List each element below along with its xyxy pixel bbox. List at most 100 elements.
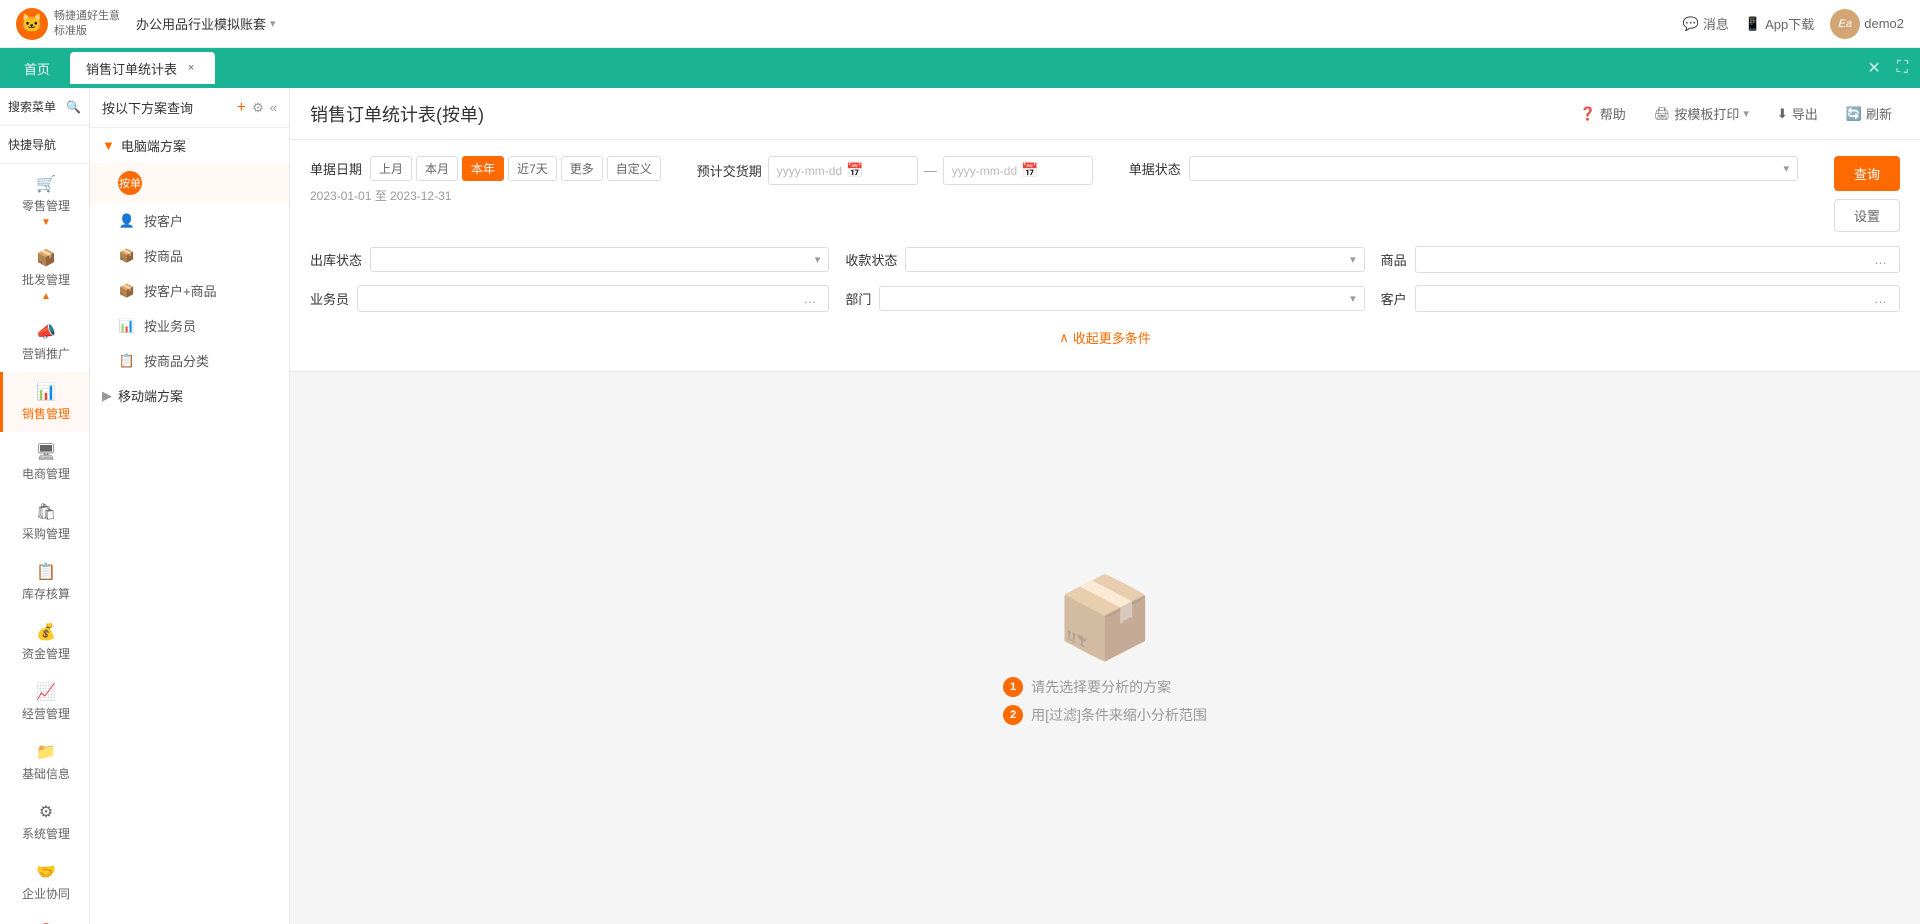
close-window-icon[interactable]: ✕	[1863, 54, 1884, 82]
message-button[interactable]: 💬 消息	[1683, 14, 1729, 33]
topbar-right: 💬 消息 📱 App下载 Ea demo2	[1683, 9, 1904, 39]
date-filter: 单据日期 上月 本月 本年 近7天 更多 自定义 2023-01-01 至 20…	[310, 156, 661, 204]
sidebar-item-system[interactable]: ⚙ 系统管理	[0, 792, 89, 852]
sidebar-item-inventory[interactable]: 📋 库存核算	[0, 552, 89, 612]
scheme-item-by-customer[interactable]: 👤 按客户	[90, 203, 289, 238]
salesperson-select[interactable]: …	[357, 285, 829, 312]
goods-select[interactable]: …	[1415, 246, 1900, 273]
payment-status-filter: 收款状态 ▾	[845, 247, 1364, 272]
fullscreen-icon[interactable]: ⛶	[1893, 55, 1912, 81]
expected-date-to[interactable]: yyyy-mm-dd 📅	[943, 156, 1093, 185]
calendar-from-icon[interactable]: 📅	[846, 162, 863, 179]
settings-scheme-icon[interactable]: ⚙	[252, 100, 264, 116]
tabbar: 首页 销售订单统计表 × ✕ ⛶	[0, 48, 1920, 88]
tab-home[interactable]: 首页	[8, 52, 66, 84]
print-button[interactable]: 🖨 按模板打印 ▾	[1646, 100, 1757, 127]
doc-status-select[interactable]: ▾	[1189, 156, 1798, 181]
scheme-item-by-category[interactable]: 📋 按商品分类	[90, 343, 289, 378]
topbar: 🐱 畅捷通好生意 标准版 办公用品行业模拟账套 ▾ 💬 消息 📱 App下载 E…	[0, 0, 1920, 48]
scheme-item-by-customer-goods[interactable]: 📦 按客户+商品	[90, 273, 289, 308]
sidebar-item-corp[interactable]: 🤝 企业协同	[0, 852, 89, 912]
sidebar-item-basic[interactable]: 📁 基础信息	[0, 732, 89, 792]
company-select[interactable]: 办公用品行业模拟账套 ▾	[128, 10, 284, 37]
empty-hint-1: 1 请先选择要分析的方案	[1003, 677, 1207, 697]
company-name: 办公用品行业模拟账套	[136, 14, 266, 33]
sidebar-item-purchase[interactable]: 🛍 采购管理	[0, 492, 89, 552]
scheme-group-mobile-header[interactable]: ▶ 移动端方案	[90, 378, 289, 413]
scheme-item-by-salesperson[interactable]: 📊 按业务员	[90, 308, 289, 343]
date-btn-this-year[interactable]: 本年	[462, 156, 504, 181]
search-icon: 🔍	[66, 100, 81, 114]
logo-text: 畅捷通好生意 标准版	[54, 9, 120, 38]
salesperson-dots-icon[interactable]: …	[799, 291, 820, 306]
refresh-icon: 🔄	[1846, 106, 1862, 122]
payment-label: 收款状态	[845, 250, 897, 269]
scheme-group-pc-header[interactable]: ▼ 电脑端方案	[90, 128, 289, 163]
settings-button[interactable]: 设置	[1834, 199, 1900, 232]
department-filter: 部门 ▾	[845, 286, 1364, 311]
export-icon: ⬇	[1777, 106, 1788, 122]
main-layout: 搜索菜单 🔍 快捷导航 🛒 零售管理 ▼ 📦 批发管理 ▲ 📣 营销推广 📊 销…	[0, 88, 1920, 924]
date-btn-last-month[interactable]: 上月	[370, 156, 412, 181]
sidebar-item-operation[interactable]: 📈 经营管理	[0, 672, 89, 732]
scheme-panel: 按以下方案查询 + ⚙ « ▼ 电脑端方案 按单 👤 按客户	[90, 88, 290, 924]
sidebar-item-newbie[interactable]: 🎯 新手引导	[0, 912, 89, 924]
date-btn-this-month[interactable]: 本月	[416, 156, 458, 181]
date-range-text: 2023-01-01 至 2023-12-31	[310, 187, 661, 204]
corp-icon: 🤝	[36, 862, 56, 882]
customer-dots-icon[interactable]: …	[1870, 291, 1891, 306]
collapse-scheme-icon[interactable]: «	[270, 100, 277, 115]
sidebar-item-ecom[interactable]: 🖥 电商管理	[0, 432, 89, 492]
sidebar-item-sales[interactable]: 📊 销售管理	[0, 372, 89, 432]
sidebar-quick-nav[interactable]: 快捷导航	[0, 126, 89, 164]
expected-date-from[interactable]: yyyy-mm-dd 📅	[768, 156, 918, 185]
print-chevron-icon: ▾	[1743, 107, 1749, 120]
purchase-icon: 🛍	[36, 502, 56, 522]
sidebar-search[interactable]: 搜索菜单 🔍	[0, 88, 89, 126]
date-btn-more[interactable]: 更多	[561, 156, 603, 181]
tab-sales-order-stats[interactable]: 销售订单统计表 ×	[70, 52, 215, 84]
refresh-button[interactable]: 🔄 刷新	[1838, 100, 1900, 127]
tab-close-icon[interactable]: ×	[183, 60, 199, 76]
payment-status-select[interactable]: ▾	[905, 247, 1364, 272]
app-download-button[interactable]: 📱 App下载	[1745, 14, 1814, 33]
content-area: 按以下方案查询 + ⚙ « ▼ 电脑端方案 按单 👤 按客户	[90, 88, 1920, 924]
delivery-status-select[interactable]: ▾	[370, 247, 829, 272]
goods-dots-icon[interactable]: …	[1870, 252, 1891, 267]
search-label: 搜索菜单	[8, 98, 56, 115]
sidebar-item-wholesale[interactable]: 📦 批发管理 ▲	[0, 238, 89, 312]
scheme-group-pc: ▼ 电脑端方案 按单 👤 按客户 📦 按商品 📦 按客户+商品	[90, 128, 289, 378]
page-title: 销售订单统计表(按单)	[310, 101, 484, 127]
phone-icon: 📱	[1745, 16, 1761, 32]
customer-select[interactable]: …	[1415, 285, 1900, 312]
salesperson-label: 业务员	[310, 289, 349, 308]
scheme-item-by-goods[interactable]: 📦 按商品	[90, 238, 289, 273]
help-button[interactable]: ❓ 帮助	[1572, 100, 1634, 127]
doc-status-filter: 单据状态 ▾	[1129, 156, 1798, 181]
add-scheme-button[interactable]: +	[237, 99, 246, 117]
user-profile[interactable]: Ea demo2	[1830, 9, 1904, 39]
sidebar-item-retail[interactable]: 🛒 零售管理 ▼	[0, 164, 89, 238]
calendar-to-icon[interactable]: 📅	[1021, 162, 1038, 179]
date-btn-7days[interactable]: 近7天	[508, 156, 557, 181]
department-select[interactable]: ▾	[879, 286, 1364, 311]
delivery-label: 出库状态	[310, 250, 362, 269]
avatar: Ea	[1830, 9, 1860, 39]
date-btn-custom[interactable]: 自定义	[607, 156, 661, 181]
delivery-chevron-icon: ▾	[815, 253, 821, 266]
marketing-icon: 📣	[36, 322, 56, 342]
expected-date-filter: 预计交货期 yyyy-mm-dd 📅 — yyyy-mm-dd 📅	[697, 156, 1093, 185]
query-button[interactable]: 查询	[1834, 156, 1900, 191]
sidebar-item-finance[interactable]: 💰 资金管理	[0, 612, 89, 672]
ecom-icon: 🖥	[36, 442, 56, 462]
inventory-icon: 📋	[36, 562, 56, 582]
hint-num-1: 1	[1003, 677, 1023, 697]
logo-char: 🐱	[21, 13, 43, 34]
doc-status-label: 单据状态	[1129, 159, 1181, 178]
date-filter-label: 单据日期	[310, 159, 362, 178]
scheme-item-by-order[interactable]: 按单	[90, 163, 289, 203]
collapse-filter-button[interactable]: ∧ 收起更多条件	[310, 320, 1900, 355]
hint-text-1: 请先选择要分析的方案	[1031, 677, 1171, 697]
sidebar-item-marketing[interactable]: 📣 营销推广	[0, 312, 89, 372]
export-button[interactable]: ⬇ 导出	[1769, 100, 1826, 127]
